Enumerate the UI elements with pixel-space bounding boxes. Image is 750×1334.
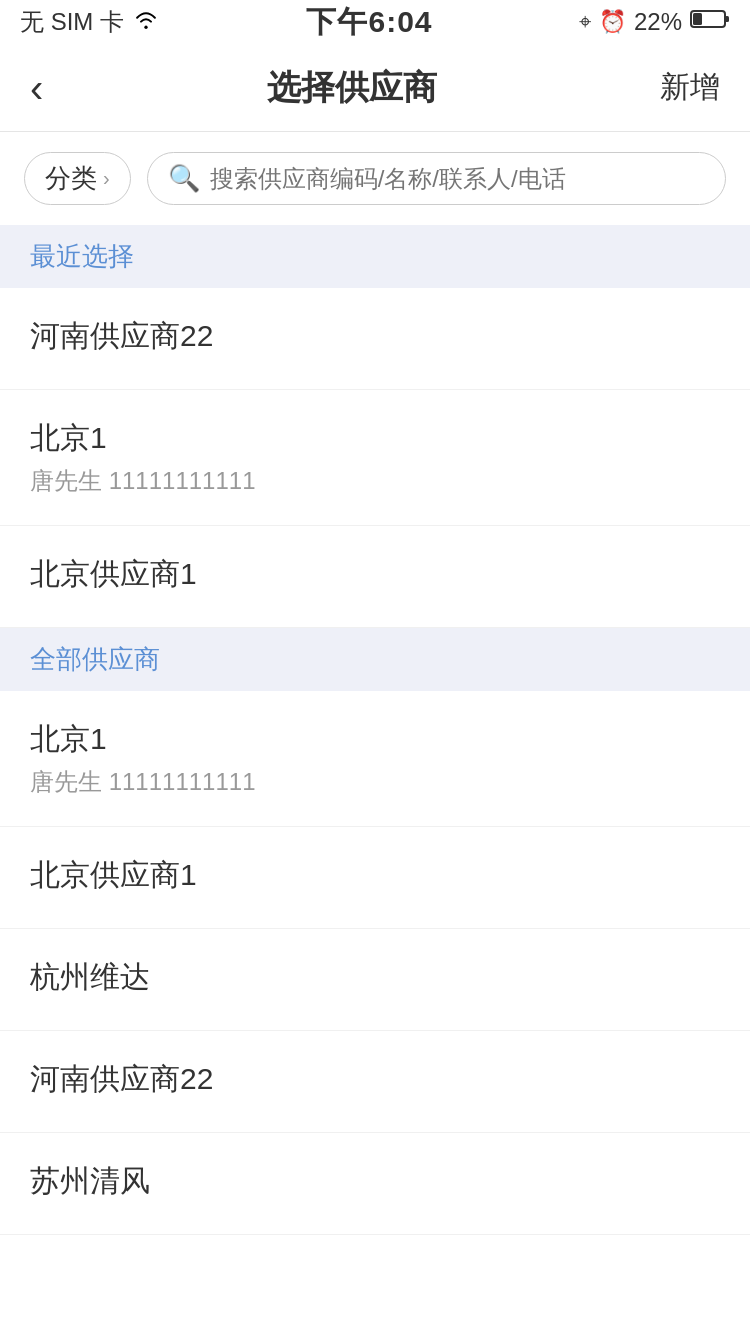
status-time: 下午6:04 xyxy=(306,2,432,43)
new-action-button[interactable]: 新增 xyxy=(660,67,720,108)
section-header-all: 全部供应商 xyxy=(0,628,750,691)
battery-icon xyxy=(690,8,730,36)
category-label: 分类 xyxy=(45,161,97,196)
item-name-r1: 河南供应商22 xyxy=(30,316,720,357)
list-item-r2[interactable]: 北京1 唐先生 11111111111 xyxy=(0,390,750,526)
item-name-a1: 北京1 xyxy=(30,719,720,760)
item-name-a4: 河南供应商22 xyxy=(30,1059,720,1100)
list-item-a2[interactable]: 北京供应商1 xyxy=(0,827,750,929)
item-name-a5: 苏州清风 xyxy=(30,1161,720,1202)
search-box: 🔍 xyxy=(147,152,726,205)
svg-rect-2 xyxy=(693,13,702,25)
nav-bar: ‹ 选择供应商 新增 xyxy=(0,44,750,132)
battery-label: 22% xyxy=(634,8,682,36)
svg-rect-1 xyxy=(725,16,729,22)
status-left: 无 SIM 卡 xyxy=(20,6,160,38)
list-item-a1[interactable]: 北京1 唐先生 11111111111 xyxy=(0,691,750,827)
sections-container: 最近选择河南供应商22 北京1 唐先生 11111111111 北京供应商1 全部供应商… xyxy=(0,225,750,1235)
back-button[interactable]: ‹ xyxy=(30,68,43,108)
wifi-icon xyxy=(132,8,160,36)
list-item-a4[interactable]: 河南供应商22 xyxy=(0,1031,750,1133)
status-bar: 无 SIM 卡 下午6:04 ⌖ ⏰ 22% xyxy=(0,0,750,44)
item-name-r3: 北京供应商1 xyxy=(30,554,720,595)
item-sub-a1: 唐先生 11111111111 xyxy=(30,766,720,798)
status-right: ⌖ ⏰ 22% xyxy=(579,8,730,36)
search-input[interactable] xyxy=(210,165,705,193)
location-icon: ⌖ xyxy=(579,9,591,35)
search-row: 分类 › 🔍 xyxy=(0,132,750,225)
list-item-r3[interactable]: 北京供应商1 xyxy=(0,526,750,628)
no-sim-label: 无 SIM 卡 xyxy=(20,6,124,38)
chevron-right-icon: › xyxy=(103,167,110,190)
category-button[interactable]: 分类 › xyxy=(24,152,131,205)
page-title: 选择供应商 xyxy=(267,65,437,111)
item-name-a3: 杭州维达 xyxy=(30,957,720,998)
list-item-a3[interactable]: 杭州维达 xyxy=(0,929,750,1031)
search-icon: 🔍 xyxy=(168,163,200,194)
item-sub-r2: 唐先生 11111111111 xyxy=(30,465,720,497)
alarm-icon: ⏰ xyxy=(599,9,626,35)
item-name-a2: 北京供应商1 xyxy=(30,855,720,896)
list-item-r1[interactable]: 河南供应商22 xyxy=(0,288,750,390)
list-item-a5[interactable]: 苏州清风 xyxy=(0,1133,750,1235)
section-header-recent: 最近选择 xyxy=(0,225,750,288)
item-name-r2: 北京1 xyxy=(30,418,720,459)
